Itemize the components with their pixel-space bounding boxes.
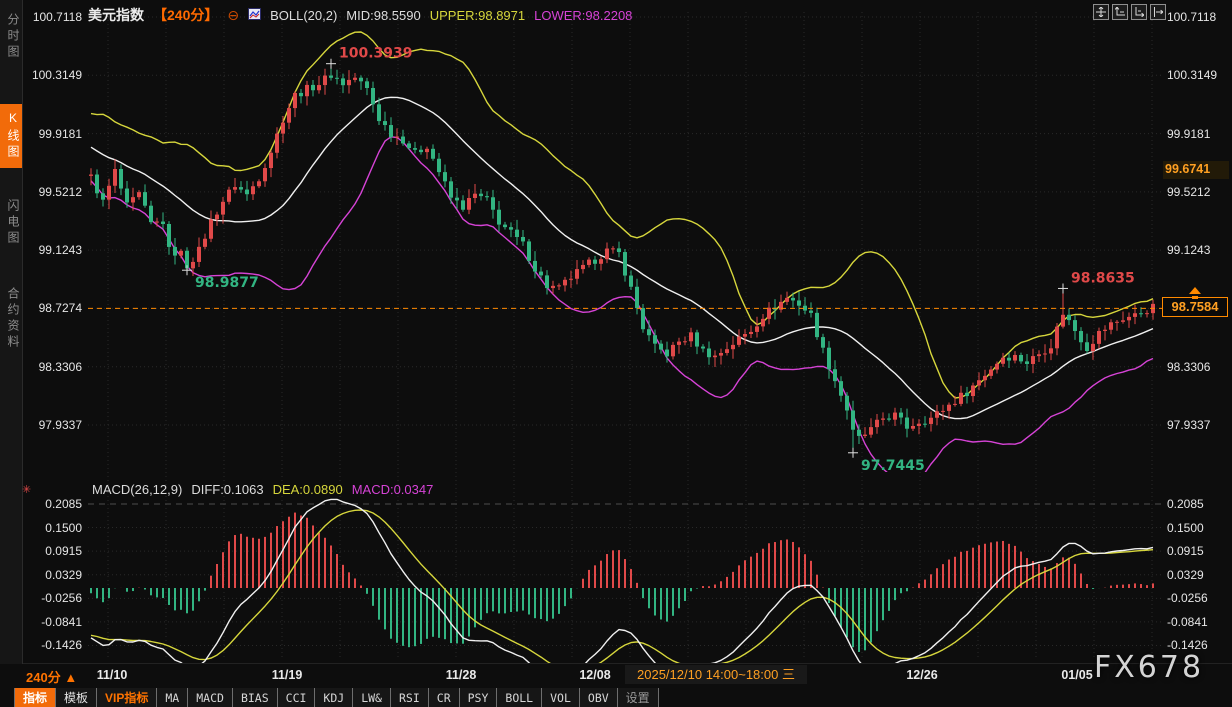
sidebar-tab-1[interactable]: 分时图 [0,6,22,68]
candlestick-macd-chart[interactable]: 100.3939 98.9877 98.8635 97.7445 [0,0,1232,707]
symbol-title: 美元指数 [88,5,144,25]
date-tick: 11/28 [446,668,477,682]
toolbar-button-3[interactable]: VIP指标 [97,688,157,707]
toolbar-button-5[interactable]: MACD [188,688,233,707]
sidebar-tab-2[interactable]: K线图 [0,104,22,168]
axis-left-tool-icon[interactable] [1112,4,1128,20]
macd-pane-icon[interactable]: ✳ [22,483,31,496]
macd-diff-value: DIFF:0.1063 [191,482,263,497]
date-tick: 11/10 [97,668,128,682]
chart-window-buttons [1093,4,1166,20]
toolbar-button-13[interactable]: BOLL [497,688,542,707]
macd-header: MACD(26,12,9) DIFF:0.1063 DEA:0.0890 MAC… [92,482,433,497]
boll-upper-value: UPPER:98.8971 [430,8,525,23]
date-tick: 11/19 [272,668,303,682]
price-annotation: 98.9877 [195,275,259,291]
toolbar-button-11[interactable]: CR [429,688,460,707]
toolbar-button-16[interactable]: 设置 [618,688,659,707]
boll-mid-value: MID:98.5590 [346,8,420,23]
toolbar-button-9[interactable]: LW& [353,688,391,707]
toolbar-button-8[interactable]: KDJ [315,688,353,707]
circle-minus-icon[interactable]: ⊖ [227,9,239,21]
toolbar-button-2[interactable]: 模板 [56,688,97,707]
toolbar-button-15[interactable]: OBV [580,688,618,707]
toolbar-button-1[interactable]: 指标 [14,688,56,707]
toolbar-button-4[interactable]: MA [157,688,188,707]
macd-dea-value: DEA:0.0890 [273,482,343,497]
time-axis: 240分 ▲ 2025/12/10 14:00~18:00 三 11/10 11/… [0,664,1232,688]
mini-chart-icon[interactable] [248,8,261,23]
chart-header: 美元指数 【240分】 ⊖ BOLL(20,2) MID:98.5590 UPP… [88,5,632,25]
trading-app-window: 分时图 K线图闪电图合约资料 美元指数 【240分】 ⊖ BOLL(20,2) M… [0,0,1232,707]
hovered-bar-time-flag: 2025/12/10 14:00~18:00 三 [625,665,807,684]
toolbar-button-10[interactable]: RSI [391,688,429,707]
fx678-watermark: FX678 [1094,650,1204,685]
boll-lower-value: LOWER:98.2208 [534,8,632,23]
price-up-arrow-icon [1188,287,1202,305]
toolbar-button-6[interactable]: BIAS [233,688,278,707]
period-dropdown-arrow-icon: ▲ [64,670,77,685]
period-selector[interactable]: 240分 ▲ [26,667,77,686]
period-label: 【240分】 [153,5,218,25]
pane-expand-icon[interactable] [1150,4,1166,20]
price-annotation: 98.8635 [1071,270,1135,286]
macd-macd-value: MACD:0.0347 [352,482,434,497]
toolbar-button-14[interactable]: VOL [542,688,580,707]
macd-indicator-label: MACD(26,12,9) [92,482,182,497]
axis-bottom-tool-icon[interactable] [1131,4,1147,20]
price-flag: 99.6741 [1163,161,1229,179]
sidebar-tab-4[interactable]: 合约资料 [0,280,22,358]
sidebar-tab-3[interactable]: 闪电图 [0,192,22,254]
price-annotation: 100.3939 [339,46,413,62]
toolbar-button-7[interactable]: CCI [278,688,316,707]
toolbar-button-12[interactable]: PSY [460,688,498,707]
chart-type-sidebar: 分时图 K线图闪电图合约资料 [0,0,23,664]
price-annotation: 97.7445 [861,458,925,474]
move-tool-icon[interactable] [1093,4,1109,20]
boll-indicator-label: BOLL(20,2) [270,8,337,23]
date-tick: 12/08 [579,668,610,682]
date-tick: 01/05 [1061,668,1092,682]
indicator-toolbar: 指标模板VIP指标MAMACDBIASCCIKDJLW&RSICRPSYBOLL… [14,688,659,707]
date-tick: 12/26 [906,668,937,682]
